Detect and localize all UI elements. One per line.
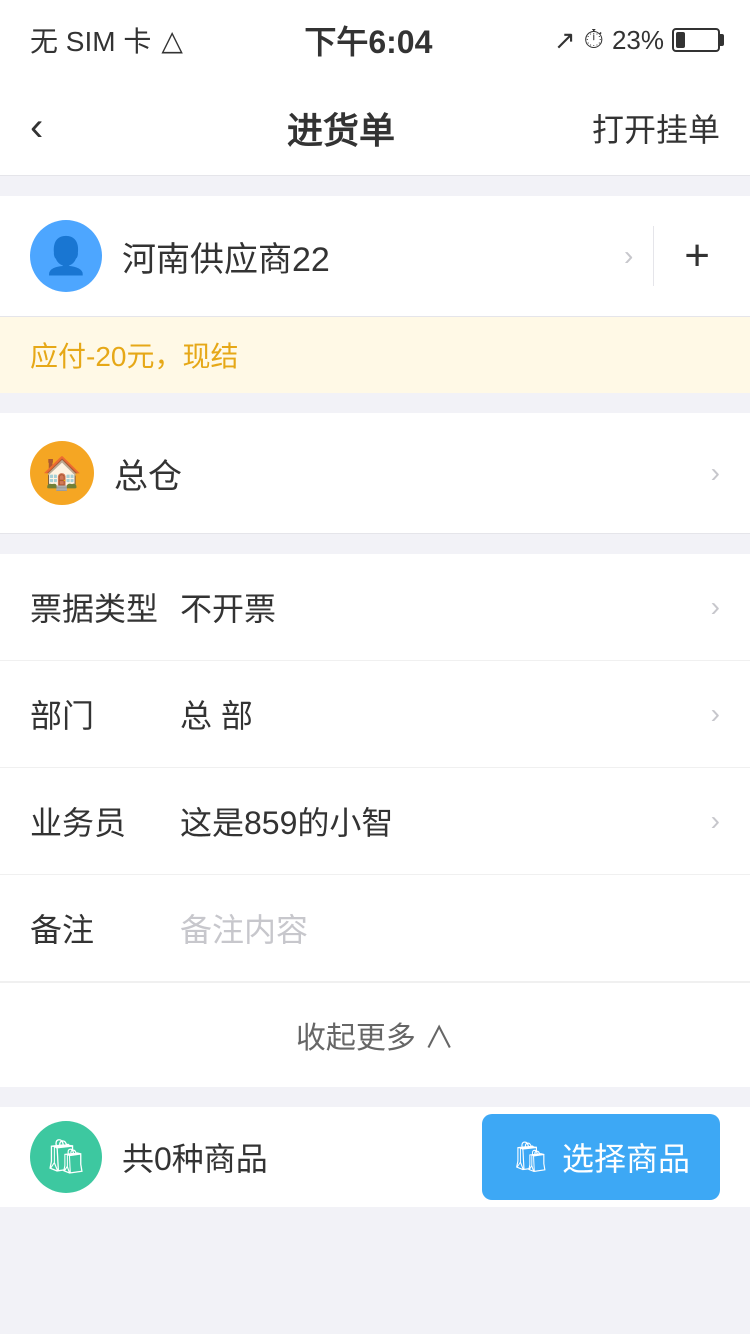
form-key-remark: 备注 bbox=[30, 905, 160, 951]
form-key-dept: 部门 bbox=[30, 691, 160, 737]
form-row-remark[interactable]: 备注 备注内容 bbox=[0, 875, 750, 982]
supplier-card: 👤 河南供应商22 › + 应付-20元，现结 bbox=[0, 196, 750, 393]
vertical-divider bbox=[653, 226, 654, 286]
house-icon: 🏠 bbox=[42, 454, 82, 492]
section-divider-1 bbox=[0, 176, 750, 196]
carrier-text: 无 SIM 卡 bbox=[30, 20, 151, 60]
open-pending-button[interactable]: 打开挂单 bbox=[592, 105, 720, 151]
status-left: 无 SIM 卡 △ bbox=[30, 20, 183, 60]
cart-icon: 🛍 bbox=[44, 1137, 87, 1177]
form-row-salesperson[interactable]: 业务员 这是859的小智 › bbox=[0, 768, 750, 875]
chevron-right-icon: › bbox=[624, 240, 633, 272]
warehouse-label: 总仓 bbox=[114, 449, 711, 498]
notice-bar: 应付-20元，现结 bbox=[0, 317, 750, 393]
status-right: ↗ ⏱ 23% bbox=[554, 24, 720, 56]
supplier-avatar: 👤 bbox=[30, 220, 102, 292]
section-divider-4 bbox=[0, 1087, 750, 1107]
person-icon: 👤 bbox=[44, 235, 89, 277]
battery-percent: 23% bbox=[612, 25, 664, 56]
form-key-invoice: 票据类型 bbox=[30, 584, 160, 630]
select-product-button[interactable]: 🛍 选择商品 bbox=[482, 1114, 720, 1200]
chevron-right-icon-sales: › bbox=[711, 805, 720, 837]
status-time: 下午6:04 bbox=[304, 17, 432, 63]
product-count: 共0种商品 bbox=[122, 1134, 482, 1180]
supplier-name: 河南供应商22 bbox=[122, 232, 624, 281]
form-value-dept: 总 部 bbox=[160, 691, 711, 737]
supplier-row[interactable]: 👤 河南供应商22 › + bbox=[0, 196, 750, 317]
alarm-icon: ⏱ bbox=[584, 24, 604, 56]
warehouse-icon: 🏠 bbox=[30, 441, 94, 505]
back-button[interactable]: ‹ bbox=[30, 105, 90, 150]
chevron-right-icon-warehouse: › bbox=[711, 457, 720, 489]
form-key-sales: 业务员 bbox=[30, 798, 160, 844]
product-icon-wrap: 🛍 bbox=[30, 1121, 102, 1193]
page-title: 进货单 bbox=[287, 102, 395, 154]
notice-text: 应付-20元，现结 bbox=[30, 341, 238, 372]
chevron-right-icon-dept: › bbox=[711, 698, 720, 730]
section-divider-2 bbox=[0, 393, 750, 413]
chevron-right-icon-invoice: › bbox=[711, 591, 720, 623]
form-row-department[interactable]: 部门 总 部 › bbox=[0, 661, 750, 768]
nav-bar: ‹ 进货单 打开挂单 bbox=[0, 80, 750, 176]
add-product-icon: 🛍 bbox=[512, 1140, 550, 1175]
status-bar: 无 SIM 卡 △ 下午6:04 ↗ ⏱ 23% bbox=[0, 0, 750, 80]
form-row-invoice-type[interactable]: 票据类型 不开票 › bbox=[0, 554, 750, 661]
bottom-bar: 🛍 共0种商品 🛍 选择商品 bbox=[0, 1107, 750, 1207]
form-value-invoice: 不开票 bbox=[160, 584, 711, 630]
form-value-remark: 备注内容 bbox=[160, 905, 720, 951]
section-divider-3 bbox=[0, 534, 750, 554]
add-button[interactable]: + bbox=[674, 231, 720, 281]
location-icon: ↗ bbox=[554, 25, 576, 56]
collapse-button[interactable]: 收起更多 ∧ bbox=[0, 982, 750, 1087]
form-section: 票据类型 不开票 › 部门 总 部 › 业务员 这是859的小智 › 备注 备注… bbox=[0, 554, 750, 1087]
warehouse-row[interactable]: 🏠 总仓 › bbox=[0, 413, 750, 534]
form-value-sales: 这是859的小智 bbox=[160, 798, 711, 844]
warehouse-card: 🏠 总仓 › bbox=[0, 413, 750, 534]
wifi-icon: △ bbox=[161, 24, 183, 57]
select-product-label: 选择商品 bbox=[562, 1134, 690, 1180]
battery-icon bbox=[672, 28, 720, 52]
